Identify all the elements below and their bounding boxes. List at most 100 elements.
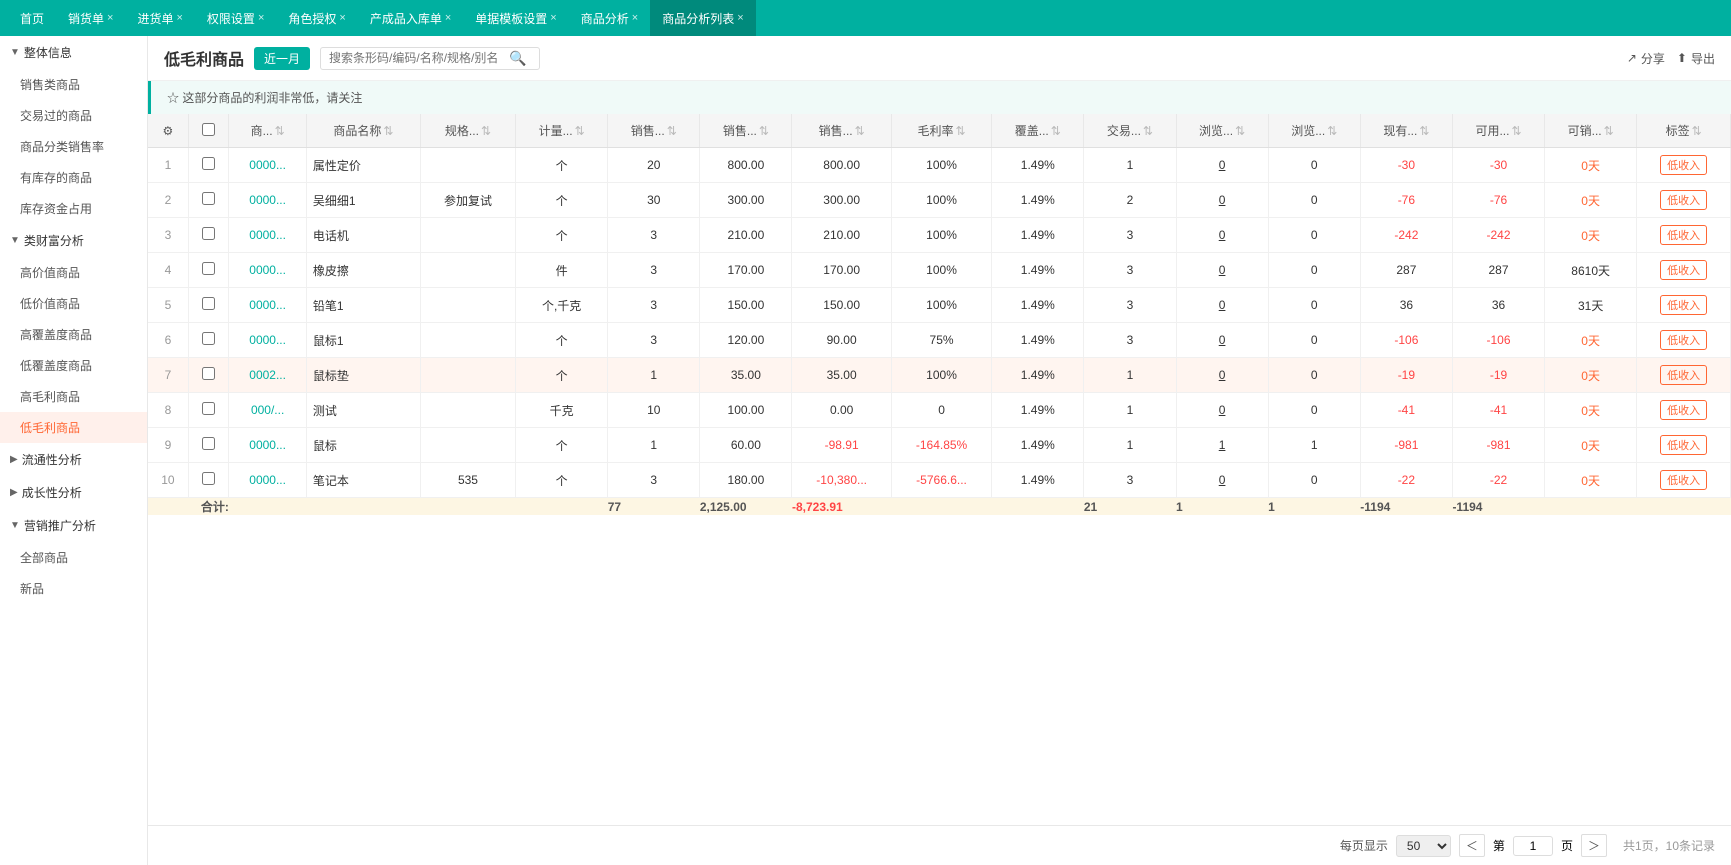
col-available[interactable]: 可用...⇅ (1452, 114, 1544, 148)
sidebar-item-stock-capital[interactable]: 库存资金占用 (0, 193, 147, 224)
nav-item-roles[interactable]: 角色授权 × (276, 0, 357, 36)
cell-transaction: 1 (1084, 393, 1176, 428)
cell-browse1[interactable]: 1 (1176, 428, 1268, 463)
search-input[interactable] (329, 51, 509, 65)
sidebar-item-low-value[interactable]: 低价值商品 (0, 288, 147, 319)
row-checkbox[interactable] (202, 402, 215, 415)
cell-check[interactable] (188, 253, 229, 288)
row-checkbox[interactable] (202, 472, 215, 485)
export-button[interactable]: ⬆ 导出 (1677, 50, 1715, 67)
next-page-button[interactable]: ＞ (1581, 834, 1607, 857)
cell-check[interactable] (188, 148, 229, 183)
cell-browse1[interactable]: 0 (1176, 393, 1268, 428)
row-checkbox[interactable] (202, 332, 215, 345)
col-settings[interactable]: ⚙ (148, 114, 188, 148)
col-code[interactable]: 商...⇅ (229, 114, 307, 148)
col-name[interactable]: 商品名称⇅ (306, 114, 420, 148)
cell-browse2: 0 (1268, 463, 1360, 498)
cell-browse1[interactable]: 0 (1176, 463, 1268, 498)
cell-check[interactable] (188, 428, 229, 463)
prev-page-button[interactable]: ＜ (1459, 834, 1485, 857)
sidebar-group-marketing[interactable]: ▼ 营销推广分析 (0, 509, 147, 542)
sidebar-group-wealth[interactable]: ▼ 类财富分析 (0, 224, 147, 257)
sidebar-item-low-coverage[interactable]: 低覆盖度商品 (0, 350, 147, 381)
sidebar-item-new-products[interactable]: 新品 (0, 573, 147, 604)
col-browse1[interactable]: 浏览...⇅ (1176, 114, 1268, 148)
sidebar-item-stocked-products[interactable]: 有库存的商品 (0, 162, 147, 193)
sidebar-item-sales-products[interactable]: 销售类商品 (0, 69, 147, 100)
col-unit[interactable]: 计量...⇅ (516, 114, 608, 148)
nav-close-product-entry[interactable]: × (445, 12, 451, 24)
sidebar-group-overview[interactable]: ▼ 整体信息 (0, 36, 147, 69)
cell-browse1[interactable]: 0 (1176, 148, 1268, 183)
col-coverage[interactable]: 覆盖...⇅ (992, 114, 1084, 148)
nav-item-analysis-list[interactable]: 商品分析列表 × (650, 0, 755, 36)
nav-item-product-entry[interactable]: 产成品入库单 × (358, 0, 463, 36)
col-spec[interactable]: 规格...⇅ (420, 114, 515, 148)
sidebar-item-low-margin[interactable]: 低毛利商品 (0, 412, 147, 443)
select-all-checkbox[interactable] (202, 123, 215, 136)
cell-check[interactable] (188, 358, 229, 393)
cell-browse1[interactable]: 0 (1176, 288, 1268, 323)
col-saleable[interactable]: 可销...⇅ (1545, 114, 1637, 148)
col-sales-qty[interactable]: 销售...⇅ (608, 114, 700, 148)
row-checkbox[interactable] (202, 192, 215, 205)
cell-browse1[interactable]: 0 (1176, 323, 1268, 358)
cell-check[interactable] (188, 463, 229, 498)
cell-check[interactable] (188, 393, 229, 428)
cell-sales-profit: 0.00 (792, 393, 891, 428)
table-container[interactable]: ⚙ 商...⇅ 商品名称⇅ 规格...⇅ 计量...⇅ 销售...⇅ 销售...… (148, 114, 1731, 825)
cell-browse1[interactable]: 0 (1176, 358, 1268, 393)
cell-check[interactable] (188, 288, 229, 323)
sidebar-item-category-sales-rate[interactable]: 商品分类销售率 (0, 131, 147, 162)
col-transaction[interactable]: 交易...⇅ (1084, 114, 1176, 148)
cell-browse1[interactable]: 0 (1176, 253, 1268, 288)
sidebar-item-high-value[interactable]: 高价值商品 (0, 257, 147, 288)
col-tag[interactable]: 标签⇅ (1637, 114, 1731, 148)
nav-close-analysis-list[interactable]: × (737, 12, 743, 24)
nav-close-analysis[interactable]: × (632, 12, 638, 24)
nav-close-roles[interactable]: × (339, 12, 345, 24)
col-gross-margin[interactable]: 毛利率⇅ (891, 114, 991, 148)
nav-close-template[interactable]: × (550, 12, 556, 24)
nav-item-sales[interactable]: 销货单 × (56, 0, 125, 36)
sidebar-item-high-coverage[interactable]: 高覆盖度商品 (0, 319, 147, 350)
cell-browse1[interactable]: 0 (1176, 183, 1268, 218)
row-checkbox[interactable] (202, 262, 215, 275)
row-checkbox[interactable] (202, 157, 215, 170)
search-icon[interactable]: 🔍 (509, 50, 526, 67)
nav-item-template[interactable]: 单据模板设置 × (463, 0, 568, 36)
col-current-stock[interactable]: 现有...⇅ (1360, 114, 1452, 148)
share-button[interactable]: ↗ 分享 (1627, 50, 1665, 67)
nav-item-permissions[interactable]: 权限设置 × (195, 0, 276, 36)
cell-check[interactable] (188, 323, 229, 358)
row-checkbox[interactable] (202, 437, 215, 450)
nav-close-purchase[interactable]: × (176, 12, 182, 24)
sidebar-group-liquidity[interactable]: ▶ 流通性分析 (0, 443, 147, 476)
row-checkbox[interactable] (202, 227, 215, 240)
cell-check[interactable] (188, 183, 229, 218)
nav-close-permissions[interactable]: × (258, 12, 264, 24)
filter-button[interactable]: 近一月 (254, 47, 310, 70)
col-browse2[interactable]: 浏览...⇅ (1268, 114, 1360, 148)
sidebar-item-all-products[interactable]: 全部商品 (0, 542, 147, 573)
sidebar-group-growth[interactable]: ▶ 成长性分析 (0, 476, 147, 509)
col-sales-profit[interactable]: 销售...⇅ (792, 114, 891, 148)
sidebar-item-high-margin[interactable]: 高毛利商品 (0, 381, 147, 412)
current-page-input[interactable] (1513, 836, 1553, 856)
sidebar-item-traded-products[interactable]: 交易过的商品 (0, 100, 147, 131)
row-checkbox[interactable] (202, 297, 215, 310)
nav-close-sales[interactable]: × (107, 12, 113, 24)
nav-item-purchase[interactable]: 进货单 × (125, 0, 194, 36)
cell-browse1[interactable]: 0 (1176, 218, 1268, 253)
cell-name: 吴细细1 (306, 183, 420, 218)
col-check[interactable] (188, 114, 229, 148)
col-sales-price[interactable]: 销售...⇅ (700, 114, 792, 148)
per-page-select[interactable]: 50 100 200 (1396, 835, 1451, 857)
cell-check[interactable] (188, 218, 229, 253)
nav-item-home[interactable]: 首页 (8, 0, 56, 36)
nav-item-analysis[interactable]: 商品分析 × (569, 0, 650, 36)
cell-coverage: 1.49% (992, 253, 1084, 288)
arrow-icon-growth: ▶ (10, 487, 18, 498)
row-checkbox[interactable] (202, 367, 215, 380)
